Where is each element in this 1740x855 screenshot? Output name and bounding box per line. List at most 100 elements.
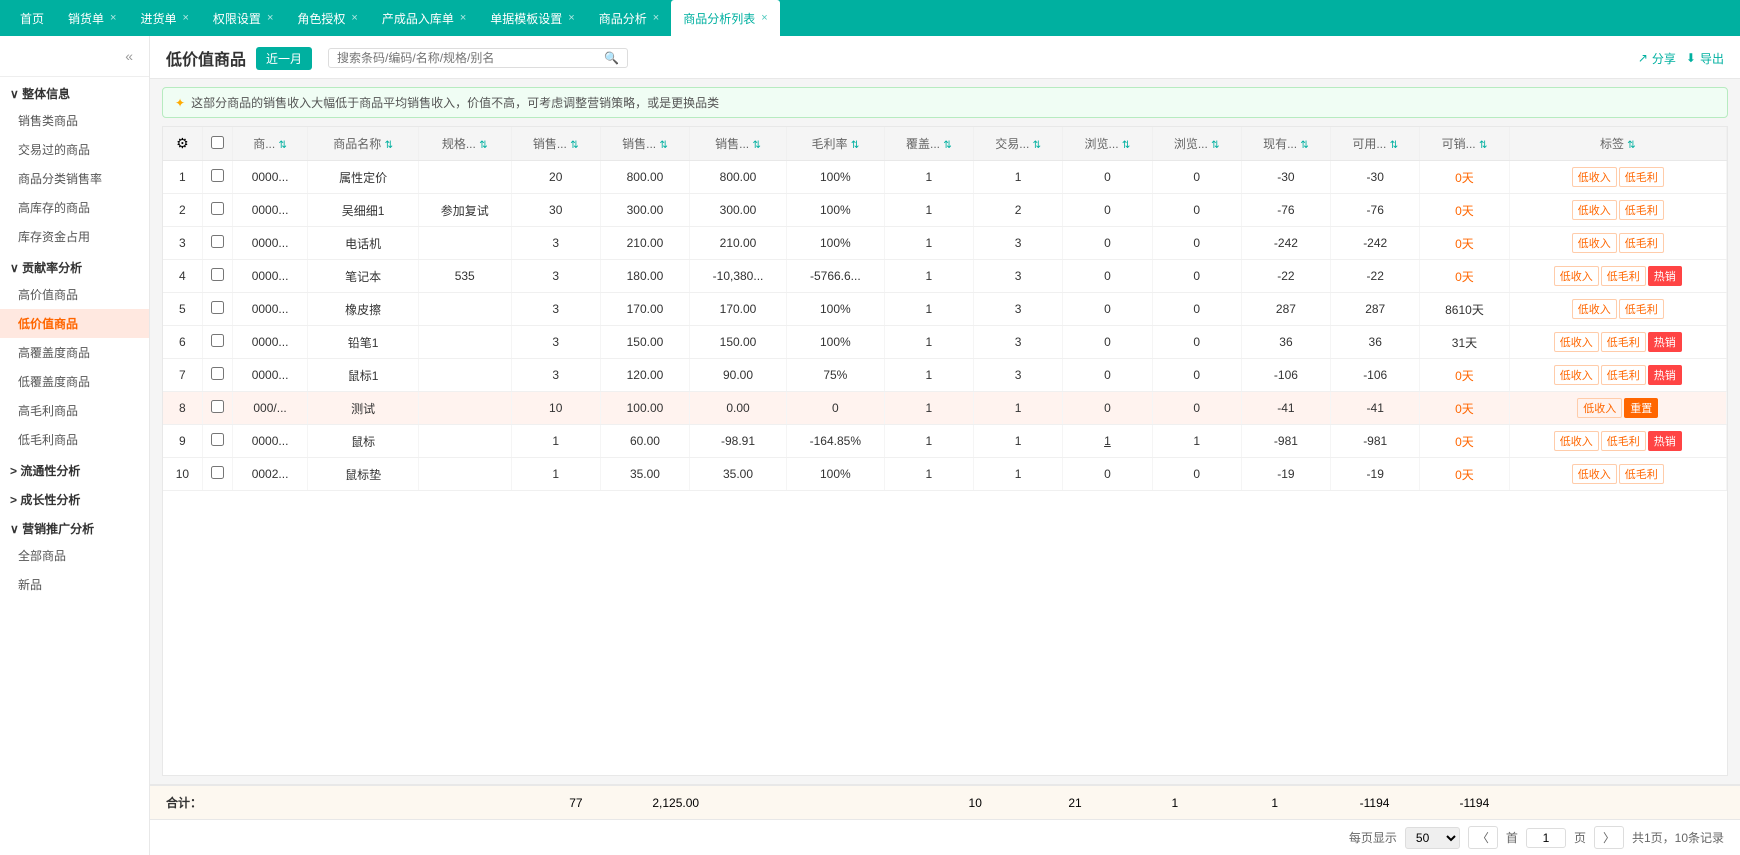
col-checkbox[interactable] <box>202 127 232 161</box>
col-browse1[interactable]: 浏览... ⇅ <box>1063 127 1152 161</box>
col-sales2[interactable]: 销售... ⇅ <box>600 127 689 161</box>
row-checkbox[interactable] <box>211 235 224 248</box>
sidebar-group-contribution[interactable]: ∨ 贡献率分析 <box>0 251 149 280</box>
nav-product-analysis[interactable]: 商品分析 × <box>587 0 671 36</box>
info-text: 这部分商品的销售收入大幅低于商品平均销售收入，价值不高，可考虑调整营销策略，或是… <box>191 94 719 111</box>
close-icon[interactable]: × <box>110 12 116 24</box>
col-code[interactable]: 商... ⇅ <box>232 127 308 161</box>
export-button[interactable]: ⬇ 导出 <box>1686 50 1724 67</box>
row-checkbox[interactable] <box>211 367 224 380</box>
row-checkbox-cell[interactable] <box>202 425 232 458</box>
sidebar-item-high-gross[interactable]: 高毛利商品 <box>0 396 149 425</box>
row-checkbox[interactable] <box>211 268 224 281</box>
sidebar-collapse-btn[interactable]: « <box>117 40 141 72</box>
row-checkbox[interactable] <box>211 466 224 479</box>
browse-count1[interactable]: 0 <box>1063 161 1152 194</box>
row-checkbox[interactable] <box>211 301 224 314</box>
total-s2: 2,125.00 <box>626 796 726 810</box>
sidebar-item-new-goods[interactable]: 新品 <box>0 570 149 599</box>
col-gross[interactable]: 毛利率 ⇅ <box>786 127 884 161</box>
browse-count1[interactable]: 0 <box>1063 392 1152 425</box>
col-stock2[interactable]: 可用... ⇅ <box>1331 127 1420 161</box>
row-checkbox-cell[interactable] <box>202 260 232 293</box>
col-spec[interactable]: 规格... ⇅ <box>418 127 511 161</box>
sidebar-item-sales-goods[interactable]: 销售类商品 <box>0 106 149 135</box>
row-checkbox[interactable] <box>211 202 224 215</box>
current-page-input[interactable] <box>1526 828 1566 848</box>
nav-home[interactable]: 首页 <box>8 0 56 36</box>
sidebar-item-all-goods[interactable]: 全部商品 <box>0 541 149 570</box>
nav-role-auth[interactable]: 角色授权 × <box>285 0 369 36</box>
date-filter-button[interactable]: 近一月 <box>256 47 312 70</box>
next-page-button[interactable]: 〉 <box>1594 826 1624 849</box>
nav-sales-order[interactable]: 销货单 × <box>56 0 128 36</box>
first-page-button[interactable]: 〈 <box>1468 826 1498 849</box>
sidebar-item-high-value[interactable]: 高价值商品 <box>0 280 149 309</box>
sidebar-item-traded-goods[interactable]: 交易过的商品 <box>0 135 149 164</box>
sales-qty: 20 <box>511 161 600 194</box>
col-coverage[interactable]: 覆盖... ⇅ <box>884 127 973 161</box>
sidebar-item-category-sales[interactable]: 商品分类销售率 <box>0 164 149 193</box>
browse-count1[interactable]: 0 <box>1063 293 1152 326</box>
col-sales1[interactable]: 销售... ⇅ <box>511 127 600 161</box>
browse-count1[interactable]: 0 <box>1063 194 1152 227</box>
search-icon[interactable]: 🔍 <box>604 51 619 65</box>
arrow-icon: ∨ <box>10 522 19 536</box>
sidebar-item-low-gross[interactable]: 低毛利商品 <box>0 425 149 454</box>
row-checkbox-cell[interactable] <box>202 359 232 392</box>
share-button[interactable]: ↗ 分享 <box>1638 50 1676 67</box>
sidebar-item-low-value[interactable]: 低价值商品 <box>0 309 149 338</box>
page-size-select[interactable]: 50 100 200 <box>1405 827 1460 849</box>
sidebar-item-stock-capital[interactable]: 库存资金占用 <box>0 222 149 251</box>
gear-button[interactable]: ⚙ <box>176 135 189 152</box>
sidebar-item-high-coverage[interactable]: 高覆盖度商品 <box>0 338 149 367</box>
select-all-checkbox[interactable] <box>211 136 224 149</box>
nav-product-stock[interactable]: 产成品入库单 × <box>370 0 478 36</box>
row-checkbox[interactable] <box>211 433 224 446</box>
row-checkbox[interactable] <box>211 334 224 347</box>
browse-count1[interactable]: 0 <box>1063 359 1152 392</box>
nav-template[interactable]: 单据模板设置 × <box>478 0 586 36</box>
col-sales3[interactable]: 销售... ⇅ <box>690 127 787 161</box>
nav-purchase-order[interactable]: 进货单 × <box>128 0 200 36</box>
close-icon[interactable]: × <box>460 12 466 24</box>
close-icon[interactable]: × <box>182 12 188 24</box>
browse-count1[interactable]: 0 <box>1063 227 1152 260</box>
row-checkbox[interactable] <box>211 400 224 413</box>
browse-count1[interactable]: 1 <box>1063 425 1152 458</box>
close-icon[interactable]: × <box>568 12 574 24</box>
row-checkbox[interactable] <box>211 169 224 182</box>
browse-count1[interactable]: 0 <box>1063 326 1152 359</box>
close-icon[interactable]: × <box>761 12 767 24</box>
search-input[interactable] <box>337 51 600 65</box>
row-checkbox-cell[interactable] <box>202 227 232 260</box>
col-sellable[interactable]: 可销... ⇅ <box>1420 127 1509 161</box>
col-browse2[interactable]: 浏览... ⇅ <box>1152 127 1241 161</box>
col-tags[interactable]: 标签 ⇅ <box>1509 127 1726 161</box>
sidebar-group-overview[interactable]: ∨ 整体信息 <box>0 77 149 106</box>
close-icon[interactable]: × <box>653 12 659 24</box>
browse-count1[interactable]: 0 <box>1063 260 1152 293</box>
close-icon[interactable]: × <box>351 12 357 24</box>
sidebar-item-low-coverage[interactable]: 低覆盖度商品 <box>0 367 149 396</box>
browse-count1[interactable]: 0 <box>1063 458 1152 491</box>
browse-link[interactable]: 1 <box>1104 434 1111 448</box>
col-settings[interactable]: ⚙ <box>163 127 202 161</box>
sales-profit: 170.00 <box>690 293 787 326</box>
row-checkbox-cell[interactable] <box>202 392 232 425</box>
row-checkbox-cell[interactable] <box>202 326 232 359</box>
row-checkbox-cell[interactable] <box>202 293 232 326</box>
nav-product-analysis-list[interactable]: 商品分析列表 × <box>671 0 779 36</box>
col-name[interactable]: 商品名称 ⇅ <box>308 127 419 161</box>
row-checkbox-cell[interactable] <box>202 458 232 491</box>
row-checkbox-cell[interactable] <box>202 194 232 227</box>
sidebar-group-growth[interactable]: > 成长性分析 <box>0 483 149 512</box>
row-checkbox-cell[interactable] <box>202 161 232 194</box>
sidebar-item-high-stock[interactable]: 高库存的商品 <box>0 193 149 222</box>
sidebar-group-marketing[interactable]: ∨ 营销推广分析 <box>0 512 149 541</box>
nav-permission[interactable]: 权限设置 × <box>201 0 285 36</box>
col-stock1[interactable]: 现有... ⇅ <box>1241 127 1330 161</box>
sidebar-group-circulation[interactable]: > 流通性分析 <box>0 454 149 483</box>
close-icon[interactable]: × <box>267 12 273 24</box>
col-trade[interactable]: 交易... ⇅ <box>974 127 1063 161</box>
